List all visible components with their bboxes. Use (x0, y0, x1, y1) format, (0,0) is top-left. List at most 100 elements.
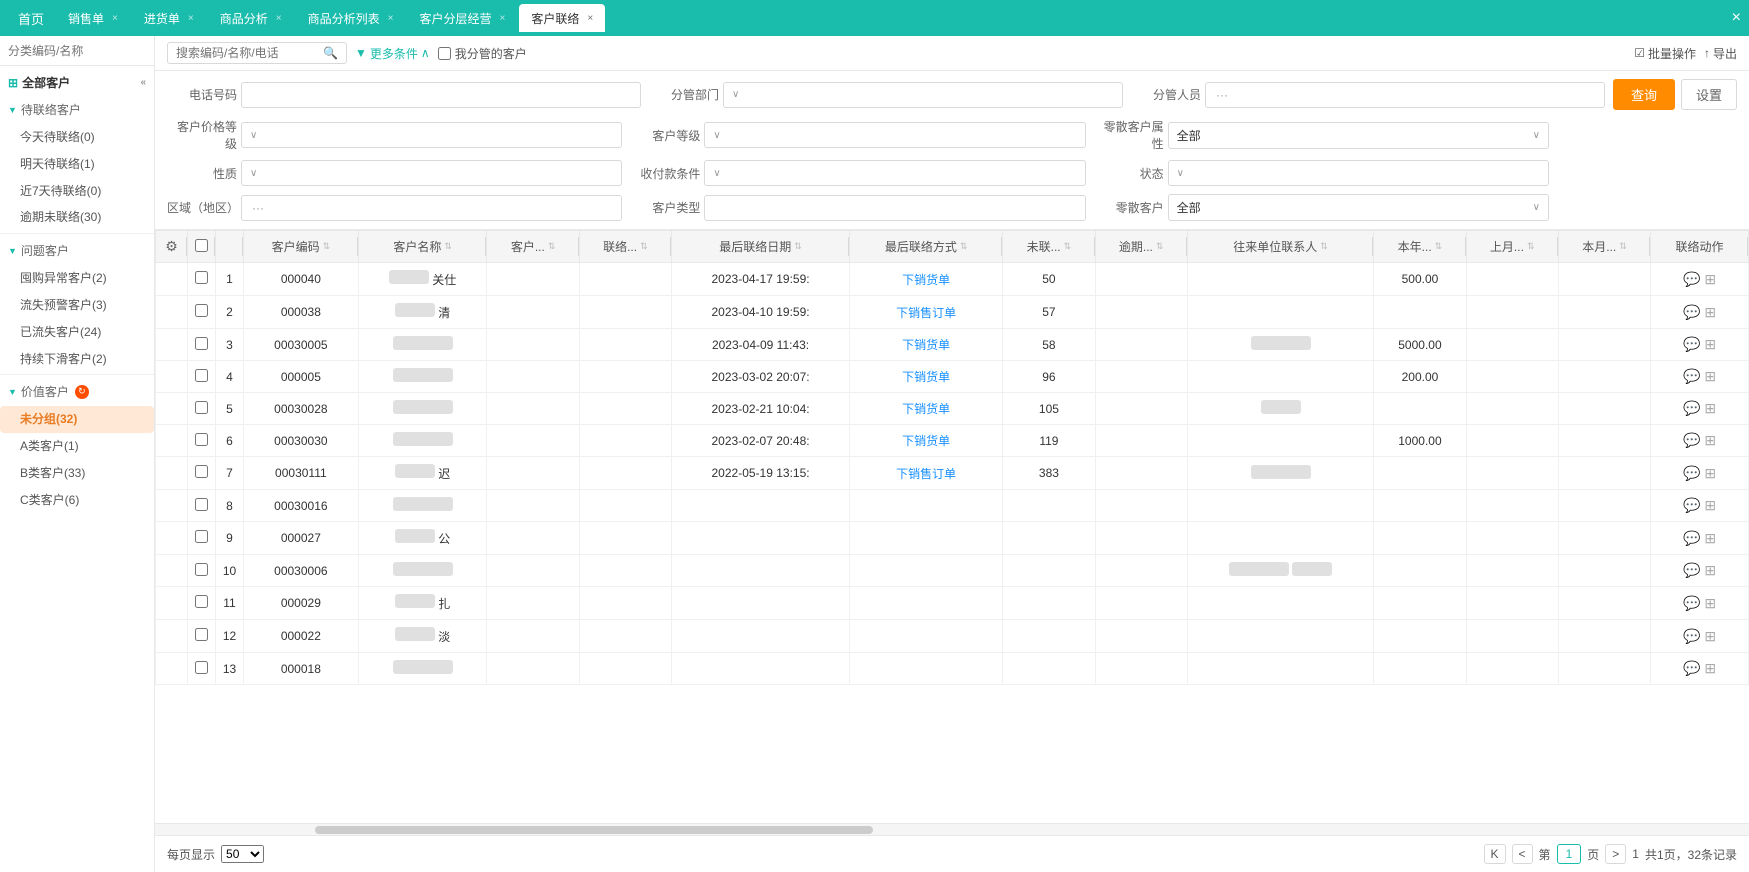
horizontal-scrollbar[interactable] (155, 823, 1749, 835)
cell-checkbox[interactable] (188, 457, 216, 490)
cell-contact-action[interactable]: 💬 ⊞ (1651, 425, 1749, 457)
close-icon[interactable]: × (112, 13, 118, 24)
th-last-contact-method[interactable]: 最后联络方式⇅ (850, 231, 1003, 263)
message-icon[interactable]: 💬 (1683, 530, 1700, 547)
reset-button[interactable]: 设置 (1681, 79, 1737, 110)
row-checkbox[interactable] (195, 401, 208, 414)
th-unit-contact[interactable]: 往来单位联系人⇅ (1187, 231, 1374, 263)
close-icon[interactable]: × (499, 13, 505, 24)
row-checkbox[interactable] (195, 595, 208, 608)
batch-op-button[interactable]: ☑ 批量操作 (1634, 45, 1696, 62)
search-button[interactable]: 查询 (1613, 79, 1675, 110)
th-name[interactable]: 客户名称⇅ (358, 231, 487, 263)
row-checkbox[interactable] (195, 433, 208, 446)
sidebar-search-box[interactable]: 🔍 (0, 36, 154, 66)
th-last-month[interactable]: 上月...⇅ (1466, 231, 1558, 263)
message-icon[interactable]: 💬 (1683, 497, 1700, 514)
cell-contact-action[interactable]: 💬 ⊞ (1651, 490, 1749, 522)
cell-checkbox[interactable] (188, 361, 216, 393)
cell-last-contact-method[interactable]: 下销货单 (850, 425, 1003, 457)
cell-checkbox[interactable] (188, 620, 216, 653)
scrollbar-thumb[interactable] (315, 826, 873, 834)
cell-contact-action[interactable]: 💬 ⊞ (1651, 329, 1749, 361)
message-icon[interactable]: 💬 (1683, 562, 1700, 579)
cell-last-contact-method[interactable] (850, 587, 1003, 620)
contact-method-link[interactable]: 下销售订单 (896, 306, 956, 320)
cell-contact-action[interactable]: 💬 ⊞ (1651, 620, 1749, 653)
cell-checkbox[interactable] (188, 490, 216, 522)
sidebar-item-tomorrow[interactable]: 明天待联络(1) (0, 151, 154, 178)
cell-contact-action[interactable]: 💬 ⊞ (1651, 263, 1749, 296)
customer-type-input[interactable] (704, 195, 1085, 221)
grid-action-icon[interactable]: ⊞ (1704, 336, 1716, 353)
message-icon[interactable]: 💬 (1683, 400, 1700, 417)
sidebar-item-declining[interactable]: 持续下滑客户(2) (0, 346, 154, 373)
contact-method-link[interactable]: 下销货单 (902, 434, 950, 448)
contact-method-link[interactable]: 下销货单 (902, 273, 950, 287)
th-this-month[interactable]: 本月...⇅ (1558, 231, 1650, 263)
cell-contact-action[interactable]: 💬 ⊞ (1651, 361, 1749, 393)
group-pending-contact[interactable]: ▼ 待联络客户 (0, 95, 154, 124)
cell-last-contact-method[interactable]: 下销货单 (850, 263, 1003, 296)
next-page-button[interactable]: > (1605, 844, 1626, 864)
grid-action-icon[interactable]: ⊞ (1704, 368, 1716, 385)
sidebar-item-overdue[interactable]: 逾期未联络(30) (0, 204, 154, 231)
dept-select[interactable]: ∨ (723, 82, 1123, 108)
row-checkbox[interactable] (195, 271, 208, 284)
my-customers-checkbox[interactable]: 我分管的客户 (438, 45, 527, 62)
cell-contact-action[interactable]: 💬 ⊞ (1651, 522, 1749, 555)
export-button[interactable]: ↑ 导出 (1704, 45, 1737, 62)
cell-last-contact-method[interactable] (850, 653, 1003, 685)
grid-action-icon[interactable]: ⊞ (1704, 660, 1716, 677)
close-icon[interactable]: × (188, 13, 194, 24)
close-icon[interactable]: × (388, 13, 394, 24)
sidebar-item-today[interactable]: 今天待联络(0) (0, 124, 154, 151)
retail-attr-select[interactable]: 全部 ∨ (1168, 122, 1549, 149)
search-icon[interactable]: 🔍 (323, 46, 338, 60)
sidebar-search-input[interactable] (8, 44, 155, 58)
contact-method-link[interactable]: 下销货单 (902, 338, 950, 352)
message-icon[interactable]: 💬 (1683, 660, 1700, 677)
nav-item-analysis-list[interactable]: 商品分析列表 × (296, 4, 406, 32)
group-problem-customers[interactable]: ▼ 问题客户 (0, 236, 154, 265)
sidebar-item-churned[interactable]: 已流失客户(24) (0, 319, 154, 346)
nav-item-customer-tier[interactable]: 客户分层经营 × (407, 4, 517, 32)
cell-checkbox[interactable] (188, 329, 216, 361)
cell-contact-action[interactable]: 💬 ⊞ (1651, 393, 1749, 425)
sidebar-item-7days[interactable]: 近7天待联络(0) (0, 178, 154, 205)
th-overdue[interactable]: 逾期...⇅ (1095, 231, 1187, 263)
nav-item-sales[interactable]: 销售单 × (56, 4, 130, 32)
cell-checkbox[interactable] (188, 263, 216, 296)
th-settings[interactable]: ⚙ (156, 231, 188, 263)
th-code[interactable]: 客户编码⇅ (244, 231, 359, 263)
cell-last-contact-method[interactable] (850, 620, 1003, 653)
th-checkbox[interactable] (188, 231, 216, 263)
cell-last-contact-method[interactable]: 下销货单 (850, 393, 1003, 425)
cell-checkbox[interactable] (188, 393, 216, 425)
nav-item-customer-contact[interactable]: 客户联络 × (519, 4, 605, 32)
cell-checkbox[interactable] (188, 587, 216, 620)
status-select[interactable]: ∨ (1168, 160, 1549, 186)
cell-last-contact-method[interactable] (850, 522, 1003, 555)
th-type[interactable]: 客户...⇅ (487, 231, 579, 263)
row-checkbox[interactable] (195, 369, 208, 382)
payment-select[interactable]: ∨ (704, 160, 1085, 186)
grid-action-icon[interactable]: ⊞ (1704, 595, 1716, 612)
message-icon[interactable]: 💬 (1683, 271, 1700, 288)
sidebar-item-hoarding[interactable]: 囤购异常客户(2) (0, 265, 154, 292)
sidebar-item-churn-warning[interactable]: 流失预警客户(3) (0, 292, 154, 319)
region-input[interactable]: ··· (241, 195, 622, 221)
select-all-checkbox[interactable] (195, 239, 208, 252)
contact-method-link[interactable]: 下销货单 (902, 402, 950, 416)
cell-checkbox[interactable] (188, 522, 216, 555)
cell-contact-action[interactable]: 💬 ⊞ (1651, 457, 1749, 490)
sidebar-item-class-b[interactable]: B类客户(33) (0, 460, 154, 487)
row-checkbox[interactable] (195, 498, 208, 511)
nav-home[interactable]: 首页 (8, 4, 54, 32)
message-icon[interactable]: 💬 (1683, 595, 1700, 612)
cell-last-contact-method[interactable]: 下销货单 (850, 361, 1003, 393)
current-page[interactable]: 1 (1557, 844, 1582, 864)
sidebar-item-class-a[interactable]: A类客户(1) (0, 433, 154, 460)
phone-input[interactable] (241, 82, 641, 108)
grid-action-icon[interactable]: ⊞ (1704, 465, 1716, 482)
